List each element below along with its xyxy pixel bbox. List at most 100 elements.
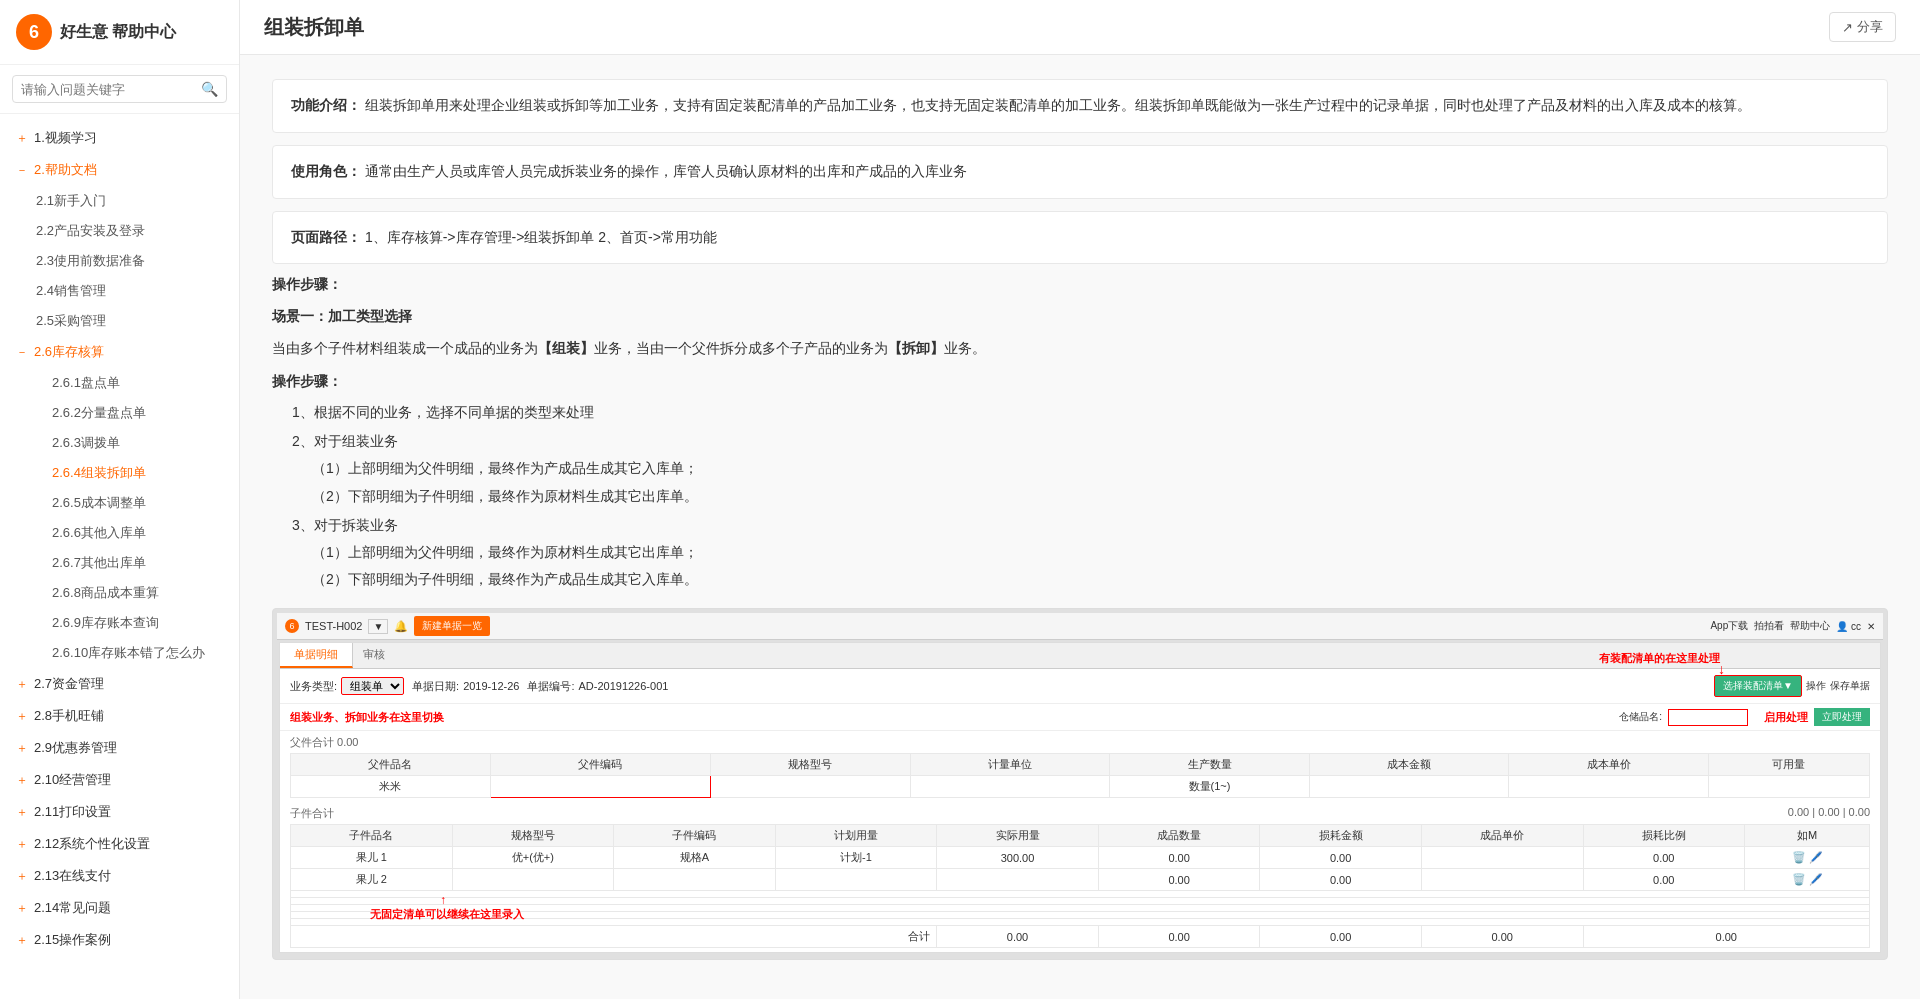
- sc-new-btn[interactable]: 新建单据一览: [414, 616, 490, 636]
- sub-cell-7: 0.00: [1260, 847, 1422, 869]
- sc-select-bom-btn[interactable]: 选择装配清单▼: [1714, 675, 1802, 697]
- annotation-switch-label: 组装业务、拆卸业务在这里切换: [290, 710, 444, 725]
- sub-cell-1: 果儿 1: [291, 847, 453, 869]
- sub-empty-row-6: [291, 912, 1870, 919]
- sidebar-item-2-2[interactable]: 2.2产品安装及登录: [0, 216, 239, 246]
- expand-icon: ＋: [16, 772, 28, 789]
- share-label: 分享: [1857, 18, 1883, 36]
- ops-section: 操作步骤： 场景一：加工类型选择 当由多个子件材料组装成一个成品的业务为【组装】…: [272, 276, 1888, 960]
- sub-table-row: [291, 912, 1870, 919]
- expand-icon: ＋: [16, 708, 28, 725]
- sc-app-icon1: App下载: [1710, 619, 1748, 633]
- sub-col-h4: 计划用量: [775, 825, 937, 847]
- sidebar-item-2-4[interactable]: 2.4销售管理: [0, 276, 239, 306]
- sub-cell-2: 优+(优+): [452, 847, 614, 869]
- sub-cell-6: 0.00: [1098, 847, 1260, 869]
- sidebar-item-2-6-7[interactable]: 2.6.7其他出库单: [0, 548, 239, 578]
- sub-cell2-5: [937, 869, 1099, 891]
- sub-table-row: 果儿 2 0.00 0.00 0.00 🗑️ 🖊️: [291, 869, 1870, 891]
- sidebar-item-2-6-3[interactable]: 2.6.3调拨单: [0, 428, 239, 458]
- col-h6: 成本金额: [1309, 754, 1509, 776]
- sc-tab-detail[interactable]: 单据明细: [280, 643, 353, 668]
- step3-2: （2）下部明细为子件明细，最终作为产成品生成其它入库单。: [272, 567, 1888, 592]
- sub-cell-8: [1421, 847, 1583, 869]
- sc-no-val: AD-20191226-001: [578, 680, 668, 692]
- sidebar-item-video[interactable]: ＋ 1.视频学习: [0, 122, 239, 154]
- sc-warehouse-input[interactable]: [1668, 709, 1748, 726]
- sidebar-item-2-13[interactable]: ＋ 2.13在线支付: [0, 860, 239, 892]
- search-box[interactable]: 🔍: [12, 75, 227, 103]
- search-input[interactable]: [21, 82, 201, 97]
- sub-cell2-4: [775, 869, 937, 891]
- sc-save-btn[interactable]: 保存单据: [1830, 679, 1870, 693]
- sc-icon1: 🔔: [394, 620, 408, 633]
- annotation-manual-label: 无固定清单可以继续在这里录入: [370, 907, 524, 922]
- sub-table-row: [291, 919, 1870, 926]
- sidebar-item-2-6[interactable]: － 2.6库存核算: [0, 336, 239, 368]
- sc-confirm-btn[interactable]: 立即处理: [1814, 708, 1870, 726]
- app-title: 好生意 帮助中心: [60, 22, 176, 43]
- sidebar-item-docs[interactable]: － 2.帮助文档: [0, 154, 239, 186]
- sidebar-item-2-3[interactable]: 2.3使用前数据准备: [0, 246, 239, 276]
- sc-main-window: 单据明细 审核 业务类型: 组装单 拆卸单 单据日: [279, 642, 1881, 953]
- sub-empty-row-3: [291, 891, 1870, 898]
- sidebar-item-2-6-10[interactable]: 2.6.10库存账本错了怎么办: [0, 638, 239, 668]
- cell-avail: [1708, 776, 1869, 798]
- sc-close-icon[interactable]: ✕: [1867, 621, 1875, 632]
- sc-tab-review[interactable]: 审核: [353, 643, 395, 668]
- sc-upper-table-area: 父件合计 0.00 父件品名 父件编码 规格型号 计量单位 生产数量 成本金额: [280, 731, 1880, 802]
- search-icon[interactable]: 🔍: [201, 81, 218, 97]
- sidebar-item-2-14[interactable]: ＋ 2.14常见问题: [0, 892, 239, 924]
- sub-col-h6: 成品数量: [1098, 825, 1260, 847]
- sidebar-item-2-6-1[interactable]: 2.6.1盘点单: [0, 368, 239, 398]
- sc-lower-table-area: 子件合计 0.00 | 0.00 | 0.00 子件品名 规格型号 子件编码 计…: [280, 802, 1880, 952]
- step2-1: （1）上部明细为父件明细，最终作为产成品生成其它入库单；: [272, 456, 1888, 481]
- expand-icon: ＋: [16, 836, 28, 853]
- sidebar-item-2-6-4[interactable]: 2.6.4组装拆卸单: [0, 458, 239, 488]
- sub-col-h10: 如M: [1745, 825, 1870, 847]
- sidebar-item-2-6-6[interactable]: 2.6.6其他入库单: [0, 518, 239, 548]
- sidebar-item-2-1[interactable]: 2.1新手入门: [0, 186, 239, 216]
- cell-spec: [711, 776, 911, 798]
- nav-tree: ＋ 1.视频学习 － 2.帮助文档 2.1新手入门 2.2产品安装及登录 2.3…: [0, 114, 239, 999]
- sidebar-item-2-8[interactable]: ＋ 2.8手机旺铺: [0, 700, 239, 732]
- sidebar-item-2-5[interactable]: 2.5采购管理: [0, 306, 239, 336]
- sub-cell2-2: [452, 869, 614, 891]
- sc-lower-table: 子件品名 规格型号 子件编码 计划用量 实际用量 成品数量 损耗金额 成品单价 …: [290, 824, 1870, 948]
- sidebar-item-2-7[interactable]: ＋ 2.7资金管理: [0, 668, 239, 700]
- collapse-icon-2-6: －: [16, 344, 28, 361]
- scene1-title: 场景一：加工类型选择: [272, 304, 1888, 329]
- share-button[interactable]: ↗ 分享: [1829, 12, 1896, 42]
- sidebar-item-2-11[interactable]: ＋ 2.11打印设置: [0, 796, 239, 828]
- sc-titlebar: 6 TEST-H002 ▼ 🔔 新建单据一览 App下载 拍拍看 帮助中心 👤 …: [277, 613, 1883, 640]
- sidebar-item-2-12[interactable]: ＋ 2.12系统个性化设置: [0, 828, 239, 860]
- cell-code-input[interactable]: [575, 782, 625, 793]
- step3: 3、对于拆装业务: [272, 513, 1888, 538]
- sidebar-item-2-6-9[interactable]: 2.6.9库存账本查询: [0, 608, 239, 638]
- sidebar-item-2-9[interactable]: ＋ 2.9优惠券管理: [0, 732, 239, 764]
- sidebar-item-2-6-8[interactable]: 2.6.8商品成本重算: [0, 578, 239, 608]
- col-h3: 规格型号: [711, 754, 911, 776]
- sidebar-item-2-15[interactable]: ＋ 2.15操作案例: [0, 924, 239, 956]
- nav-label: 2.10经营管理: [34, 771, 111, 789]
- sc-type-select[interactable]: 组装单 拆卸单: [341, 677, 404, 695]
- nav-label: 2.15操作案例: [34, 931, 111, 949]
- footer-val2: 0.00: [1098, 926, 1260, 948]
- sub-cell2-7: 0.00: [1260, 869, 1422, 891]
- sc-date-label: 单据日期:: [412, 679, 459, 694]
- logo-icon: 6: [16, 14, 52, 50]
- annotation-enable-label: 启用处理: [1764, 710, 1808, 725]
- expand-icon: ＋: [16, 900, 28, 917]
- sidebar-item-2-6-5[interactable]: 2.6.5成本调整单: [0, 488, 239, 518]
- sub-col-h2: 规格型号: [452, 825, 614, 847]
- sc-sub-tabs: 组装业务、拆卸业务在这里切换 仓储品名: 启用处理 立即处理: [280, 704, 1880, 731]
- sc-form-header: 业务类型: 组装单 拆卸单 单据日期: 2019-12-26 单据编号:: [280, 669, 1880, 704]
- col-h7: 成本单价: [1509, 754, 1709, 776]
- nav-label: 2.11打印设置: [34, 803, 111, 821]
- step1: 1、根据不同的业务，选择不同单据的类型来处理: [272, 400, 1888, 425]
- sidebar-item-2-6-2[interactable]: 2.6.2分量盘点单: [0, 398, 239, 428]
- nav-label: 2.12系统个性化设置: [34, 835, 150, 853]
- sidebar-item-2-10[interactable]: ＋ 2.10经营管理: [0, 764, 239, 796]
- sub-cell-4: 计划-1: [775, 847, 937, 869]
- sub-cell-10: 🗑️ 🖊️: [1745, 847, 1870, 869]
